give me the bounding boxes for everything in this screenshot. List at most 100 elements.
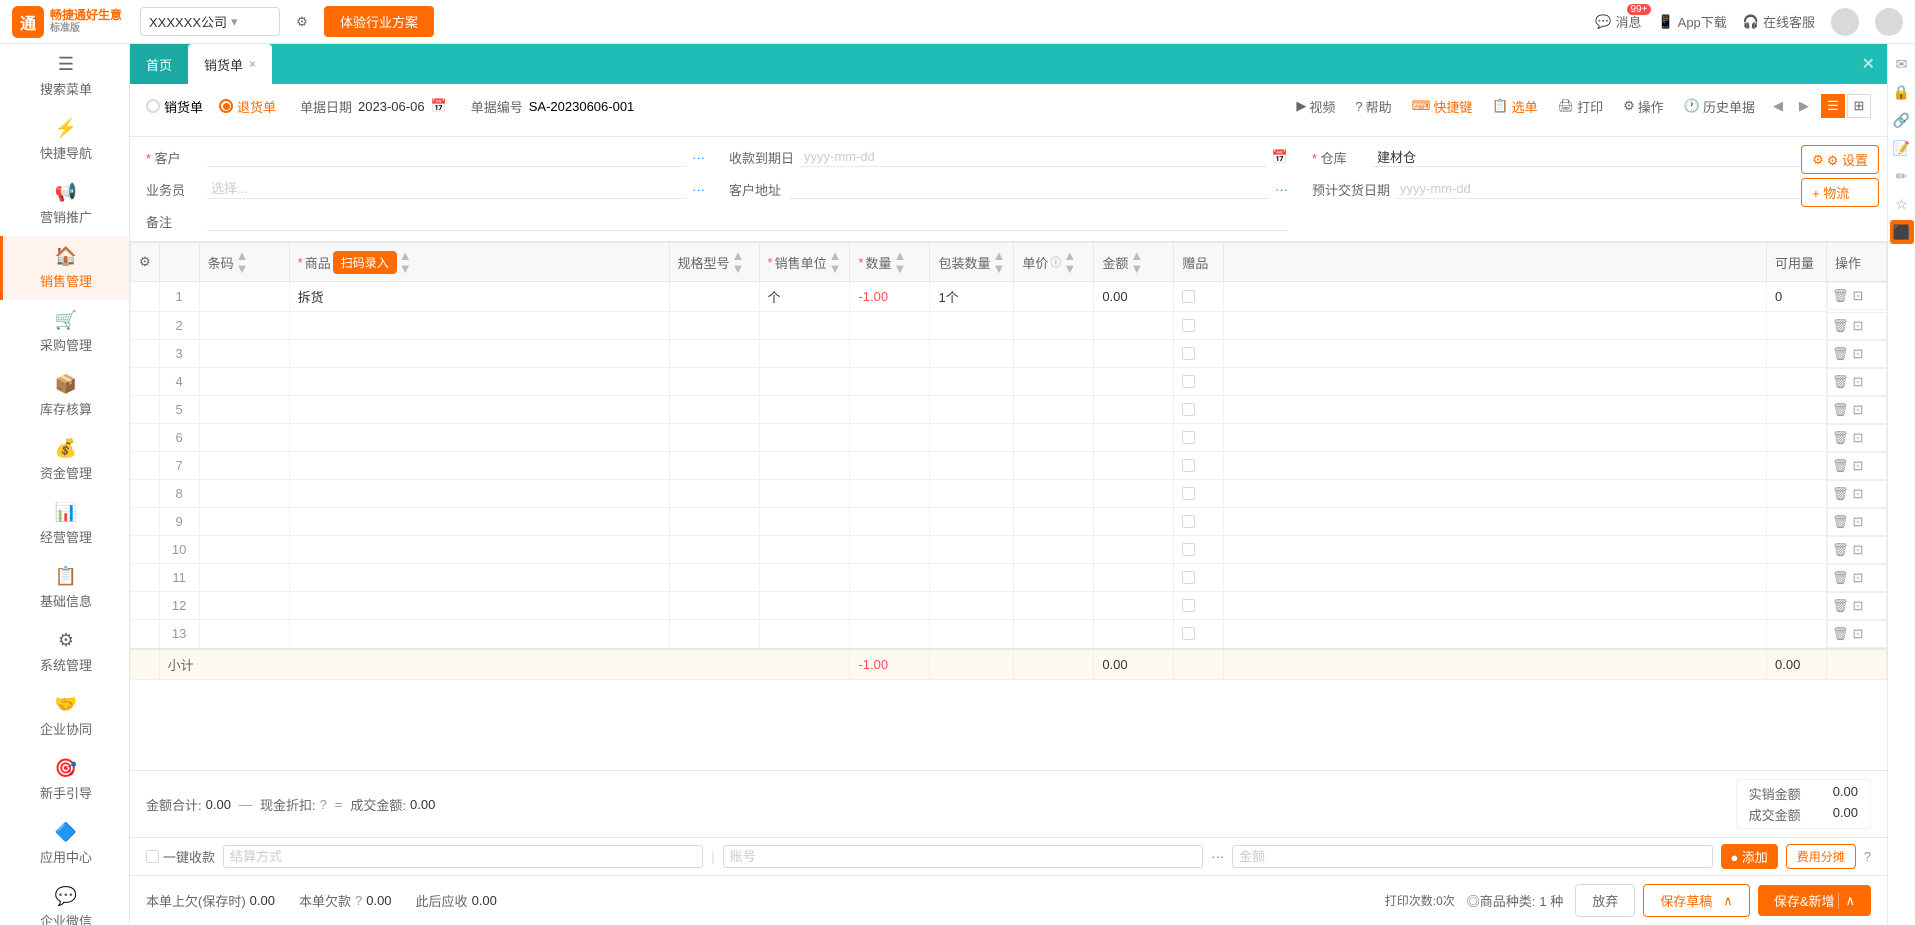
cell-amount-9[interactable] xyxy=(1094,536,1174,564)
addr-lookup-icon[interactable]: ··· xyxy=(1275,182,1288,197)
cell-unit-12[interactable] xyxy=(759,620,850,649)
cell-barcode-1[interactable] xyxy=(199,312,289,340)
sidebar-item-apps[interactable]: 🔷 应用中心 xyxy=(0,812,129,876)
cell-gift-0[interactable] xyxy=(1174,282,1224,312)
salesman-input[interactable] xyxy=(207,179,686,199)
cell-product-3[interactable] xyxy=(289,368,669,396)
save-new-chevron-icon[interactable]: ∧ xyxy=(1838,893,1855,909)
payment-method-input[interactable] xyxy=(223,845,703,868)
sidebar-item-inventory[interactable]: 📦 库存核算 xyxy=(0,364,129,428)
operate-btn[interactable]: ⚙ 操作 xyxy=(1617,95,1670,118)
cell-qty-5[interactable] xyxy=(850,424,930,452)
sidebar-item-system[interactable]: ⚙ 系统管理 xyxy=(0,620,129,684)
account-lookup-icon[interactable]: ··· xyxy=(1211,849,1224,864)
cell-amount-5[interactable] xyxy=(1094,424,1174,452)
sidebar-item-enterprise[interactable]: 🤝 企业协同 xyxy=(0,684,129,748)
cell-qty-6[interactable] xyxy=(850,452,930,480)
sidebar-item-search[interactable]: ☰ 搜索菜单 xyxy=(0,44,129,108)
cell-pkg-qty-8[interactable] xyxy=(930,508,1014,536)
sidebar-item-quick-nav[interactable]: ⚡ 快捷导航 xyxy=(0,108,129,172)
cell-spec-6[interactable] xyxy=(669,452,759,480)
cell-gift-8[interactable] xyxy=(1174,508,1224,536)
cell-pkg-qty-0[interactable]: 1个 xyxy=(930,282,1014,312)
logistics-button[interactable]: + 物流 xyxy=(1801,178,1879,207)
scan-btn[interactable]: 扫码录入 xyxy=(333,251,397,274)
cell-spec-2[interactable] xyxy=(669,340,759,368)
cell-qty-8[interactable] xyxy=(850,508,930,536)
help-btn[interactable]: ? 帮助 xyxy=(1349,95,1397,118)
cell-pkg-qty-3[interactable] xyxy=(930,368,1014,396)
copy-icon-11[interactable]: ⊡ xyxy=(1853,598,1864,614)
expense-help-icon[interactable]: ? xyxy=(1864,849,1871,864)
discount-help-icon[interactable]: ? xyxy=(320,797,327,812)
cell-amount-1[interactable] xyxy=(1094,312,1174,340)
price-info-icon[interactable]: ⓘ xyxy=(1050,254,1061,270)
app-download-btn[interactable]: 📱 App下载 xyxy=(1657,12,1726,31)
cell-qty-9[interactable] xyxy=(850,536,930,564)
company-select[interactable]: XXXXXX公司 ▾ xyxy=(140,7,280,36)
cell-amount-3[interactable] xyxy=(1094,368,1174,396)
cell-spec-5[interactable] xyxy=(669,424,759,452)
right-panel-star-btn[interactable]: ☆ xyxy=(1890,192,1914,216)
cell-barcode-4[interactable] xyxy=(199,396,289,424)
print-btn[interactable]: 🖨 打印 xyxy=(1552,95,1610,118)
salesman-lookup-icon[interactable]: ··· xyxy=(692,182,705,197)
copy-icon-5[interactable]: ⊡ xyxy=(1853,430,1864,446)
amount-sort-icon[interactable]: ▲▼ xyxy=(1130,249,1143,275)
cell-barcode-10[interactable] xyxy=(199,564,289,592)
cell-spec-7[interactable] xyxy=(669,480,759,508)
cell-unit-2[interactable] xyxy=(759,340,850,368)
cell-spec-9[interactable] xyxy=(669,536,759,564)
cell-unit-4[interactable] xyxy=(759,396,850,424)
cell-unit-1[interactable] xyxy=(759,312,850,340)
cell-pkg-qty-5[interactable] xyxy=(930,424,1014,452)
cell-barcode-2[interactable] xyxy=(199,340,289,368)
cell-spec-3[interactable] xyxy=(669,368,759,396)
cell-barcode-6[interactable] xyxy=(199,452,289,480)
grid-view-btn[interactable]: ⊞ xyxy=(1847,94,1871,118)
delete-icon-2[interactable]: 🗑 xyxy=(1832,346,1849,362)
total-owe-help-icon[interactable]: ? xyxy=(355,893,362,908)
cell-price-1[interactable] xyxy=(1014,312,1094,340)
nav-prev-icon[interactable]: ◀ xyxy=(1769,96,1787,116)
due-date-calendar-icon[interactable]: 📅 xyxy=(1272,149,1288,165)
cell-spec-11[interactable] xyxy=(669,592,759,620)
nav-next-icon[interactable]: ▶ xyxy=(1795,96,1813,116)
avatar-2[interactable] xyxy=(1875,8,1903,36)
copy-icon-2[interactable]: ⊡ xyxy=(1853,346,1864,362)
cell-barcode-12[interactable] xyxy=(199,620,289,649)
copy-icon-12[interactable]: ⊡ xyxy=(1853,626,1864,642)
cell-price-2[interactable] xyxy=(1014,340,1094,368)
save-new-button[interactable]: 保存&新增 ∧ xyxy=(1758,885,1871,916)
message-btn[interactable]: 💬 消息 99+ xyxy=(1595,12,1641,31)
cell-unit-8[interactable] xyxy=(759,508,850,536)
cell-barcode-11[interactable] xyxy=(199,592,289,620)
copy-icon-7[interactable]: ⊡ xyxy=(1853,486,1864,502)
cell-amount-7[interactable] xyxy=(1094,480,1174,508)
sidebar-item-sales[interactable]: 🏠 销售管理 xyxy=(0,236,129,300)
cell-amount-10[interactable] xyxy=(1094,564,1174,592)
cell-product-0[interactable]: 拆货 xyxy=(289,282,669,312)
list-view-btn[interactable]: ☰ xyxy=(1821,94,1845,118)
window-close-icon[interactable]: ✕ xyxy=(1862,56,1875,73)
delete-icon-0[interactable]: 🗑 xyxy=(1832,288,1849,304)
cell-price-9[interactable] xyxy=(1014,536,1094,564)
notes-input[interactable] xyxy=(207,211,1288,231)
select-btn[interactable]: 📋 选单 xyxy=(1486,95,1543,118)
barcode-sort-icon[interactable]: ▲▼ xyxy=(236,249,249,275)
cell-unit-11[interactable] xyxy=(759,592,850,620)
settings-icon[interactable]: ⚙ xyxy=(288,8,316,36)
radio-return-order[interactable]: 退货单 xyxy=(219,97,276,116)
expense-btn[interactable]: 费用分摊 xyxy=(1786,844,1856,869)
cell-barcode-8[interactable] xyxy=(199,508,289,536)
cell-price-0[interactable] xyxy=(1014,282,1094,312)
cell-amount-12[interactable] xyxy=(1094,620,1174,649)
right-panel-orange-btn[interactable]: ⬛ xyxy=(1890,220,1914,244)
cell-qty-2[interactable] xyxy=(850,340,930,368)
cell-pkg-qty-6[interactable] xyxy=(930,452,1014,480)
tab-close-icon[interactable]: × xyxy=(249,57,256,71)
cell-spec-1[interactable] xyxy=(669,312,759,340)
save-draft-button[interactable]: 保存草稿 ∧ xyxy=(1643,884,1750,917)
cell-amount-11[interactable] xyxy=(1094,592,1174,620)
copy-icon-3[interactable]: ⊡ xyxy=(1853,374,1864,390)
